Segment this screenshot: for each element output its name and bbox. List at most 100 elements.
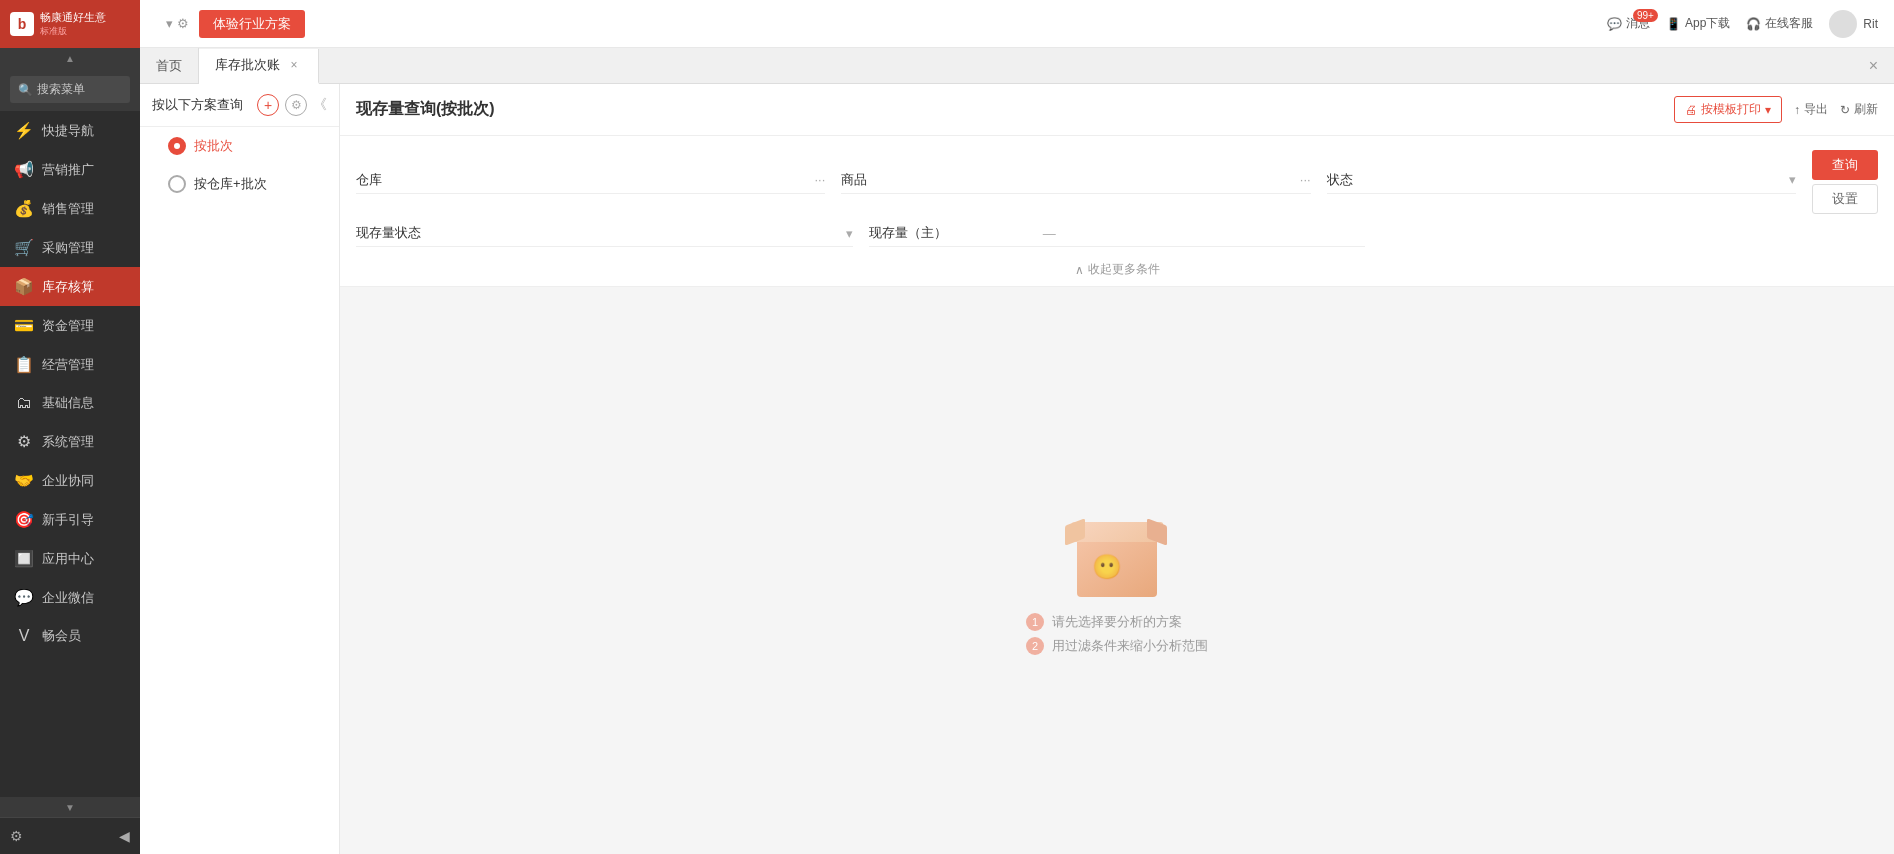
apps-icon: 🔲 [14, 549, 34, 568]
sidebar-item-inventory[interactable]: 📦 库存核算 [0, 267, 140, 306]
sidebar-item-enterprise[interactable]: 🤝 企业协同 [0, 461, 140, 500]
search-menu-button[interactable]: 🔍 搜索菜单 [10, 76, 130, 103]
search-icon: 🔍 [18, 83, 33, 97]
print-button[interactable]: 🖨 按模板打印 ▾ [1674, 96, 1782, 123]
settings-button[interactable]: 设置 [1812, 184, 1878, 214]
sidebar-collapse-button[interactable]: ◀ [119, 828, 130, 844]
empty-tip-2: 2 用过滤条件来缩小分析范围 [1026, 637, 1208, 655]
export-button[interactable]: ↑ 导出 [1794, 101, 1828, 118]
app-logo: b [10, 12, 34, 36]
finance-icon: 💳 [14, 316, 34, 335]
page-actions: 🖨 按模板打印 ▾ ↑ 导出 ↻ 刷新 [1674, 96, 1878, 123]
main-area: ▾ ⚙ 体验行业方案 💬 消息 99+ 📱 App下载 🎧 在线客服 Rit [140, 0, 1894, 854]
left-panel-actions: + ⚙ 《 [257, 94, 327, 116]
tab-home[interactable]: 首页 [140, 48, 199, 83]
operations-icon: 📋 [14, 355, 34, 374]
marketing-icon: 📢 [14, 160, 34, 179]
sidebar-scroll-down[interactable]: ▼ [0, 797, 140, 817]
stock-quantity-label: 现存量（主） [869, 224, 947, 242]
add-scheme-button[interactable]: + [257, 94, 279, 116]
left-panel-header: 按以下方案查询 + ⚙ 《 [140, 84, 339, 127]
avatar [1829, 10, 1857, 38]
tip-2-number: 2 [1026, 637, 1044, 655]
scheme-by-batch[interactable]: 按批次 [140, 127, 339, 165]
sidebar-item-basics[interactable]: 🗂 基础信息 [0, 384, 140, 422]
scheme-dot-inner [174, 143, 180, 149]
export-icon: ↑ [1794, 103, 1800, 117]
empty-tips: 1 请先选择要分析的方案 2 用过滤条件来缩小分析范围 [1026, 613, 1208, 655]
topbar-settings-button[interactable]: ▾ ⚙ [166, 16, 189, 31]
topbar: ▾ ⚙ 体验行业方案 💬 消息 99+ 📱 App下载 🎧 在线客服 Rit [140, 0, 1894, 48]
sidebar-item-guide[interactable]: 🎯 新手引导 [0, 500, 140, 539]
basics-icon: 🗂 [14, 394, 34, 412]
sidebar-item-shortcuts[interactable]: ⚡ 快捷导航 [0, 111, 140, 150]
messages-button[interactable]: 💬 消息 99+ [1607, 15, 1650, 32]
vip-icon: V [14, 627, 34, 645]
app-version: 标准版 [40, 25, 106, 38]
app-download-button[interactable]: 📱 App下载 [1666, 15, 1730, 32]
scheme-by-warehouse-batch[interactable]: 按仓库+批次 [140, 165, 339, 203]
tip-1-number: 1 [1026, 613, 1044, 631]
refresh-icon: ↻ [1840, 103, 1850, 117]
topbar-right: 💬 消息 99+ 📱 App下载 🎧 在线客服 Rit [1607, 10, 1878, 38]
sidebar-nav: ⚡ 快捷导航 📢 营销推广 💰 销售管理 🛒 采购管理 📦 库存核算 💳 资金管… [0, 111, 140, 797]
dropdown-arrow-icon: ▾ [166, 16, 173, 31]
sidebar-item-operations[interactable]: 📋 经营管理 [0, 345, 140, 384]
sidebar-item-wechat[interactable]: 💬 企业微信 [0, 578, 140, 617]
stock-quantity-min-input[interactable] [955, 226, 1035, 241]
online-service-button[interactable]: 🎧 在线客服 [1746, 15, 1813, 32]
stock-status-label: 现存量状态 [356, 224, 421, 242]
sidebar-item-sales[interactable]: 💰 销售管理 [0, 189, 140, 228]
sidebar-item-purchase[interactable]: 🛒 采购管理 [0, 228, 140, 267]
trial-button[interactable]: 体验行业方案 [199, 10, 305, 38]
user-area[interactable]: Rit [1829, 10, 1878, 38]
username: Rit [1863, 17, 1878, 31]
status-select[interactable]: ▾ [1361, 172, 1796, 187]
sidebar: b 畅康通好生意 标准版 ▲ 🔍 搜索菜单 ⚡ 快捷导航 📢 营销推广 💰 销售… [0, 0, 140, 854]
query-button[interactable]: 查询 [1812, 150, 1878, 180]
headset-icon: 🎧 [1746, 17, 1761, 31]
gear-icon: ⚙ [177, 16, 189, 31]
sidebar-scroll-up[interactable]: ▲ [0, 48, 140, 68]
scheme-settings-button[interactable]: ⚙ [285, 94, 307, 116]
product-input[interactable] [875, 172, 1299, 187]
sidebar-search-area: 🔍 搜索菜单 [0, 68, 140, 111]
page-header: 现存量查询(按批次) 🖨 按模板打印 ▾ ↑ 导出 ↻ 刷新 [340, 84, 1894, 136]
sidebar-item-system[interactable]: ⚙ 系统管理 [0, 422, 140, 461]
tab-panel-close-button[interactable]: × [1869, 57, 1894, 75]
message-icon: 💬 [1607, 17, 1622, 31]
collapse-filter-icon: ∧ [1075, 263, 1084, 277]
stock-status-field: 现存量状态 ▾ [356, 224, 853, 247]
stock-status-select[interactable]: ▾ [429, 226, 853, 241]
tab-inventory-batch[interactable]: 库存批次账 × [199, 49, 319, 84]
scheme-inactive-dot [168, 175, 186, 193]
product-more-button[interactable]: ··· [1300, 172, 1311, 187]
left-panel: 按以下方案查询 + ⚙ 《 按批次 [140, 84, 340, 854]
sidebar-header: b 畅康通好生意 标准版 [0, 0, 140, 48]
stock-status-arrow-icon: ▾ [846, 226, 853, 241]
tab-close-button[interactable]: × [286, 57, 302, 73]
shortcuts-icon: ⚡ [14, 121, 34, 140]
sidebar-item-vip[interactable]: V 畅会员 [0, 617, 140, 655]
sidebar-item-apps[interactable]: 🔲 应用中心 [0, 539, 140, 578]
stock-quantity-max-input[interactable] [1064, 226, 1144, 241]
settings-icon: ⚙ [291, 98, 302, 112]
refresh-button[interactable]: ↻ 刷新 [1840, 101, 1878, 118]
filter-section: 仓库 ··· 商品 ··· 状态 ▾ [340, 136, 1894, 287]
print-dropdown-icon: ▾ [1765, 103, 1771, 117]
sidebar-settings-button[interactable]: ⚙ [10, 828, 23, 844]
warehouse-input[interactable] [390, 172, 814, 187]
empty-tip-1: 1 请先选择要分析的方案 [1026, 613, 1208, 631]
collapse-filter-button[interactable]: ∧ 收起更多条件 [356, 255, 1878, 278]
right-panel: 现存量查询(按批次) 🖨 按模板打印 ▾ ↑ 导出 ↻ 刷新 [340, 84, 1894, 854]
sidebar-item-finance[interactable]: 💳 资金管理 [0, 306, 140, 345]
sidebar-item-marketing[interactable]: 📢 营销推广 [0, 150, 140, 189]
sidebar-footer: ⚙ ◀ [0, 817, 140, 854]
notification-badge: 99+ [1633, 9, 1658, 22]
empty-state: 😶 1 请先选择要分析的方案 2 用过滤条件来缩小分析范围 [340, 287, 1894, 854]
warehouse-more-button[interactable]: ··· [814, 172, 825, 187]
status-field: 状态 ▾ [1327, 171, 1796, 194]
panel-collapse-button[interactable]: 《 [313, 96, 327, 114]
empty-illustration: 😶 [1057, 487, 1177, 597]
tabs-bar: 首页 库存批次账 × × [140, 48, 1894, 84]
